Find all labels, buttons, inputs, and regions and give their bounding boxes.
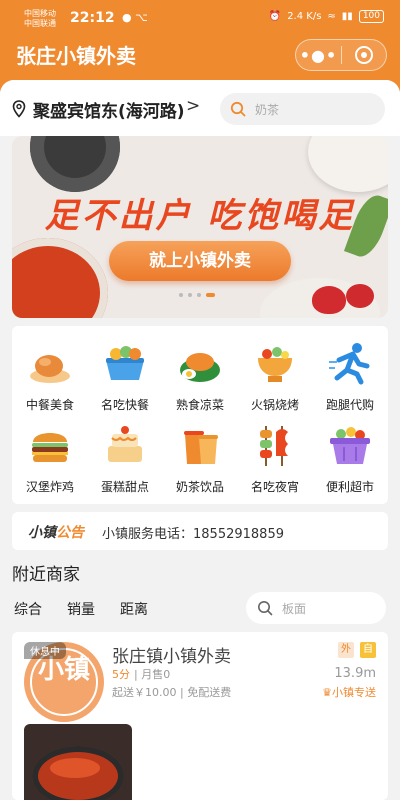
announcement-tag: 小镇公告	[28, 525, 84, 541]
crown-icon: ♛	[322, 686, 332, 699]
banner-pagination	[179, 293, 215, 297]
pagination-dot	[179, 293, 183, 297]
carrier-labels: 中国移动 中国联通	[24, 9, 56, 28]
delivery-label: ♛小镇专送	[322, 686, 376, 699]
banner-pill: 就上小镇外卖	[109, 241, 291, 281]
location-text[interactable]: 聚盛宾馆东(海河路)	[33, 97, 185, 122]
cake-icon	[108, 426, 142, 462]
merchant-sales: | 月售0	[134, 668, 171, 681]
status-bar: 中国移动 中国联通 22:12 ● ⌥ ⏰ 2.4 K/s ≈ ▮▮ 100	[0, 0, 400, 36]
sort-distance[interactable]: 距离	[120, 599, 148, 619]
skewer-icon	[260, 426, 288, 466]
category-item[interactable]: 汉堡炸鸡	[15, 422, 85, 495]
sort-sales[interactable]: 销量	[67, 599, 95, 619]
runner-icon	[329, 343, 370, 385]
category-item[interactable]: 名吃夜宵	[240, 422, 310, 495]
merchant-card[interactable]: 小镇 休息中 张庄镇小镇外卖 外 自 5分 | 月售0 13.9m 起送￥10.…	[12, 632, 388, 800]
category-item[interactable]: 奶茶饮品	[165, 422, 235, 495]
location-pin-icon	[12, 100, 26, 118]
takeout-badge: 外	[338, 642, 354, 658]
merchant-search-input[interactable]: 板面	[246, 592, 386, 624]
close-circle-icon	[354, 46, 373, 64]
pagination-dot	[197, 293, 201, 297]
category-item[interactable]: 熟食凉菜	[165, 340, 235, 413]
page-title: 张庄小镇外卖	[16, 44, 136, 68]
category-item[interactable]: 跑腿代购	[315, 340, 385, 413]
logo-text: 小镇	[38, 655, 91, 685]
announcement-text: 小镇服务电话：18552918859	[102, 527, 284, 542]
network-speed: 2.4 K/s	[287, 11, 322, 22]
hotpot-icon	[258, 347, 292, 382]
category-label: 便利超市	[325, 480, 374, 494]
close-button[interactable]	[342, 46, 386, 64]
fast-food-bowl-icon	[106, 346, 144, 380]
merchant-distance: 13.9m	[334, 666, 376, 681]
status-right: ⏰ 2.4 K/s ≈ ▮▮ 100	[269, 10, 384, 23]
banner-slogan: 足不出户 吃饱喝足	[44, 196, 356, 236]
category-label: 中餐美食	[25, 398, 74, 412]
category-grid: 中餐美食 名吃快餐 熟食凉菜 火锅烧烤 跑腿代购 汉堡炸鸡 蛋糕甜点 奶茶饮品 …	[12, 326, 388, 504]
alarm-icon: ⏰	[268, 11, 282, 22]
roast-chicken-icon	[30, 351, 70, 383]
section-title: 附近商家	[12, 565, 80, 585]
basket-icon	[330, 427, 370, 464]
category-item[interactable]: 火锅烧烤	[240, 340, 310, 413]
miniprogram-capsule: •●•	[295, 39, 387, 71]
search-placeholder: 奶茶	[255, 103, 280, 117]
battery-indicator: 100	[358, 10, 384, 23]
merchant-score: 5分	[112, 668, 130, 681]
milk-tea-icon	[184, 431, 218, 464]
food-plate-image	[308, 136, 388, 192]
sort-bar: 综合 销量 距离 板面	[0, 588, 400, 628]
notification-icons: ● ⌥	[122, 11, 148, 24]
wifi-icon: ≈	[327, 11, 336, 22]
status-time: 22:12	[70, 10, 115, 26]
category-item[interactable]: 便利超市	[315, 422, 385, 495]
promo-banner[interactable]: 足不出户 吃饱喝足 就上小镇外卖	[12, 136, 388, 318]
category-item[interactable]: 中餐美食	[15, 340, 85, 413]
signal-icon: ▮▮	[341, 11, 353, 22]
category-label: 蛋糕甜点	[100, 480, 149, 494]
status-badge: 休息中	[24, 642, 66, 659]
merchant-fee: 起送￥10.00 | 免配送费	[112, 686, 232, 699]
category-label: 火锅烧烤	[250, 398, 299, 412]
category-label: 跑腿代购	[325, 398, 374, 412]
cold-dish-icon	[180, 353, 220, 382]
category-label: 汉堡炸鸡	[25, 480, 74, 494]
crayfish-plate-image	[12, 238, 108, 318]
user-icon: ●	[122, 11, 132, 24]
category-label: 名吃快餐	[100, 398, 149, 412]
burger-icon	[32, 433, 68, 462]
strawberry-image	[312, 286, 346, 314]
pagination-dot	[188, 293, 192, 297]
category-label: 熟食凉菜	[175, 398, 224, 412]
food-photo	[24, 724, 132, 800]
main-sheet: 聚盛宾馆东(海河路) > 奶茶 足不出户 吃饱喝足 就上小镇外卖 中餐美食 名吃…	[0, 80, 400, 800]
chevron-right-icon[interactable]: >	[186, 96, 200, 116]
search-icon	[258, 601, 273, 616]
strawberry-image	[346, 284, 374, 308]
merchant-name: 张庄镇小镇外卖	[112, 647, 231, 667]
search-icon	[230, 101, 246, 117]
pickup-badge: 自	[360, 642, 376, 658]
category-label: 奶茶饮品	[175, 480, 224, 494]
pagination-dot-active	[206, 293, 215, 297]
translate-icon: ⌥	[135, 11, 148, 24]
more-icon[interactable]: •●•	[296, 46, 341, 65]
announcement-bar[interactable]: 小镇公告 小镇服务电话：18552918859	[12, 512, 388, 550]
category-item[interactable]: 蛋糕甜点	[90, 422, 160, 495]
sort-comprehensive[interactable]: 综合	[14, 599, 42, 619]
category-item[interactable]: 名吃快餐	[90, 340, 160, 413]
food-plate-image	[30, 136, 120, 192]
search-placeholder: 板面	[282, 602, 307, 616]
location-bar: 聚盛宾馆东(海河路) > 奶茶	[0, 80, 400, 136]
category-label: 名吃夜宵	[250, 480, 299, 494]
search-input[interactable]: 奶茶	[220, 93, 385, 125]
